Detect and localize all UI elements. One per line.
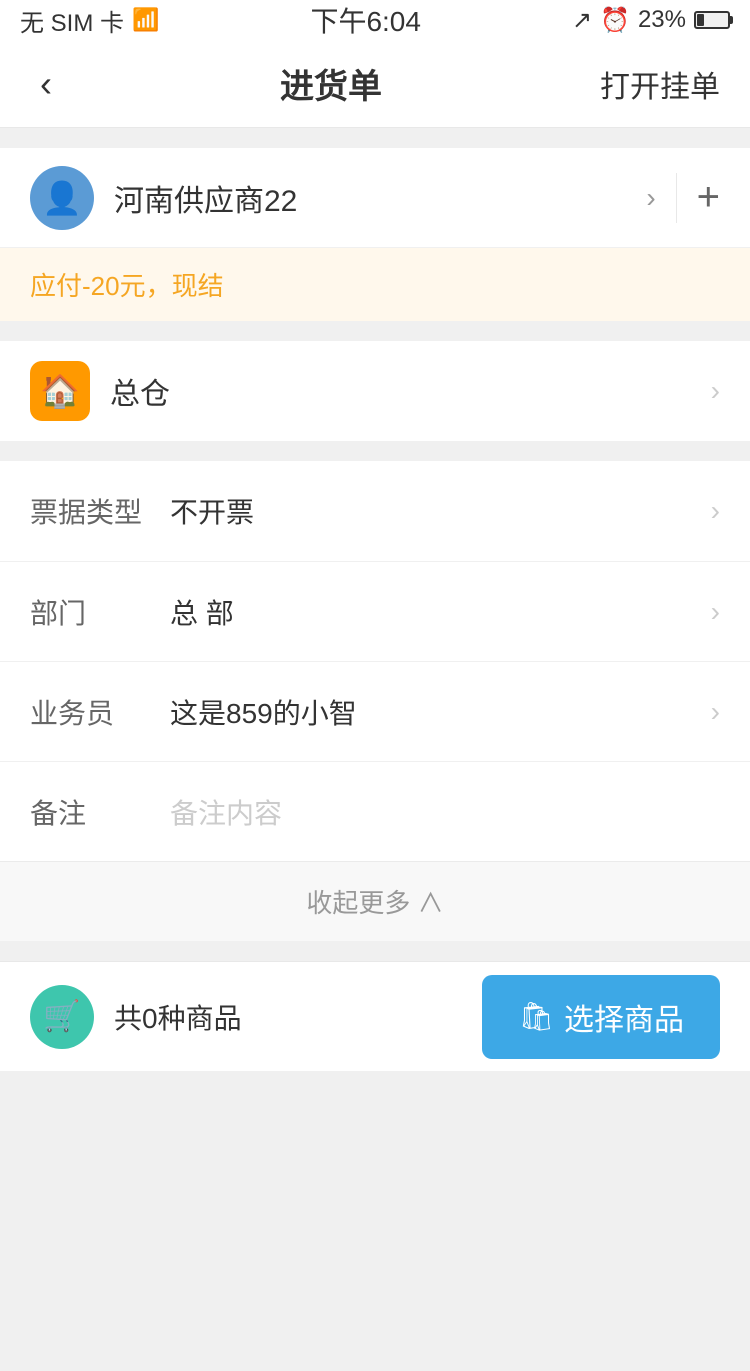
wifi-icon: 📶 <box>132 7 159 33</box>
invoice-arrow-icon: › <box>711 495 720 527</box>
select-product-label: 选择商品 <box>564 995 684 1039</box>
sales-label: 业务员 <box>30 692 150 732</box>
cart-plus-icon: 🛍 <box>518 1000 554 1033</box>
mid-divider-1 <box>0 321 750 341</box>
invoice-row[interactable]: 票据类型 不开票 › <box>0 461 750 561</box>
supplier-avatar: 👤 <box>30 166 94 230</box>
status-right: ↗ ⏰ 23% <box>572 6 730 35</box>
alarm-icon: ⏰ <box>600 6 630 35</box>
dept-row[interactable]: 部门 总 部 › <box>0 561 750 661</box>
person-icon: 👤 <box>42 179 82 217</box>
supplier-divider <box>676 173 677 223</box>
supplier-name: 河南供应商22 <box>114 176 646 220</box>
invoice-label: 票据类型 <box>30 491 150 531</box>
warehouse-row[interactable]: 🏠 总仓 › <box>0 341 750 441</box>
collapse-row[interactable]: 收起更多 ∧ <box>0 861 750 941</box>
dept-label: 部门 <box>30 592 150 632</box>
battery-percent: 23% <box>638 6 686 34</box>
sales-row[interactable]: 业务员 这是859的小智 › <box>0 661 750 761</box>
status-bar: 无 SIM 卡 📶 下午6:04 ↗ ⏰ 23% <box>0 0 750 40</box>
product-bar: 🛒 共0种商品 🛍 选择商品 <box>0 961 750 1071</box>
payment-notice: 应付-20元，现结 <box>0 248 750 321</box>
supplier-row[interactable]: 👤 河南供应商22 › + <box>0 148 750 248</box>
status-time: 下午6:04 <box>310 0 421 40</box>
sales-arrow-icon: › <box>711 696 720 728</box>
dept-value: 总 部 <box>150 592 711 632</box>
product-bag-icon: 🛒 <box>30 985 94 1049</box>
dept-arrow-icon: › <box>711 596 720 628</box>
battery-fill <box>697 14 704 26</box>
status-left: 无 SIM 卡 📶 <box>20 3 159 38</box>
supplier-add-button[interactable]: + <box>697 175 720 220</box>
supplier-card: 👤 河南供应商22 › + 应付-20元，现结 <box>0 148 750 321</box>
shopping-bag-icon: 🛒 <box>43 999 80 1034</box>
supplier-arrow-icon: › <box>646 182 655 214</box>
top-divider <box>0 128 750 148</box>
warehouse-icon-bg: 🏠 <box>30 361 90 421</box>
collapse-label: 收起更多 ∧ <box>306 883 443 920</box>
battery-bar <box>694 11 730 29</box>
product-count: 共0种商品 <box>114 997 482 1037</box>
warehouse-name: 总仓 <box>110 369 711 413</box>
back-button[interactable]: ‹ <box>30 53 62 115</box>
remark-label: 备注 <box>30 792 150 832</box>
bottom-fill <box>0 1071 750 1371</box>
mid-divider-2 <box>0 441 750 461</box>
location-icon: ↗ <box>572 6 592 35</box>
nav-bar: ‹ 进货单 打开挂单 <box>0 40 750 128</box>
page-title: 进货单 <box>280 59 382 108</box>
warehouse-arrow-icon: › <box>711 375 720 407</box>
warehouse-card: 🏠 总仓 › <box>0 341 750 441</box>
form-card: 票据类型 不开票 › 部门 总 部 › 业务员 这是859的小智 › 备注 备注… <box>0 461 750 941</box>
remark-input[interactable]: 备注内容 <box>150 792 720 832</box>
invoice-value: 不开票 <box>150 491 711 531</box>
select-product-button[interactable]: 🛍 选择商品 <box>482 975 720 1059</box>
warehouse-icon: 🏠 <box>40 372 80 410</box>
remark-row[interactable]: 备注 备注内容 <box>0 761 750 861</box>
carrier-label: 无 SIM 卡 <box>20 3 124 38</box>
sales-value: 这是859的小智 <box>150 692 711 732</box>
open-pending-button[interactable]: 打开挂单 <box>600 62 720 106</box>
